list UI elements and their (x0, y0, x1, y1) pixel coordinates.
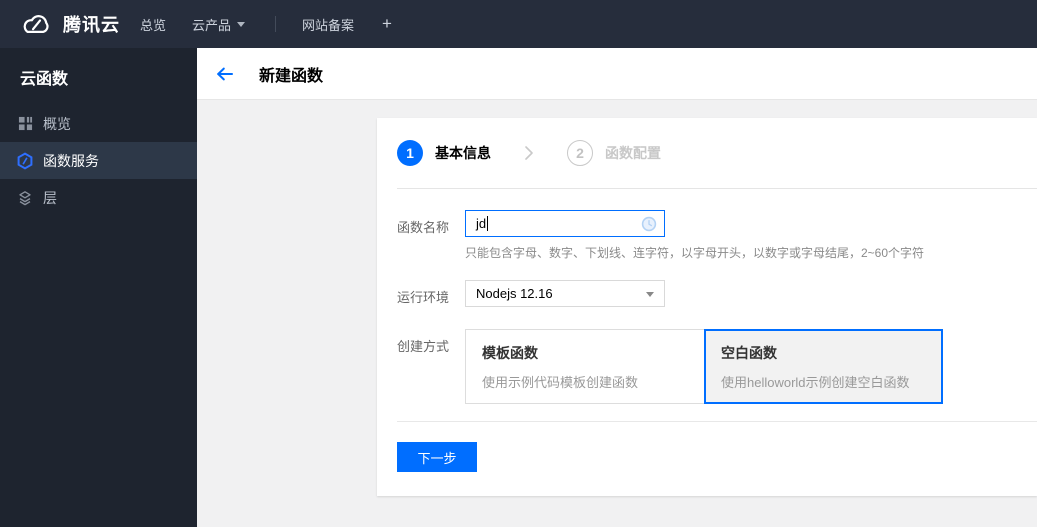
brand-text: 腾讯云 (63, 15, 120, 35)
layers-icon (16, 189, 34, 207)
text-cursor (487, 216, 489, 231)
function-name-value: jd (476, 216, 487, 231)
runtime-selected-value: Nodejs 12.16 (476, 286, 553, 301)
topbar: 腾讯云 总览 云产品 网站备案 + (0, 0, 1037, 48)
runtime-label: 运行环境 (397, 290, 450, 305)
method-card-blank-function[interactable]: 空白函数 使用helloworld示例创建空白函数 (704, 329, 943, 404)
next-step-button[interactable]: 下一步 (397, 442, 477, 472)
topbar-divider (275, 16, 277, 32)
step-function-config: 2 函数配置 (567, 140, 661, 166)
topnav-overview[interactable]: 总览 (140, 15, 166, 34)
function-name-input[interactable]: jd (465, 210, 665, 237)
method-card-template-function[interactable]: 模板函数 使用示例代码模板创建函数 (465, 329, 705, 404)
divider (397, 421, 1037, 422)
function-name-label: 函数名称 (397, 220, 450, 235)
sidebar-item-layers[interactable]: 层 (0, 179, 197, 216)
back-button[interactable] (215, 66, 234, 82)
grid-icon (16, 115, 34, 133)
tencent-cloud-logo[interactable]: 腾讯云 (20, 11, 120, 37)
method-card-title: 模板函数 (482, 345, 538, 361)
method-card-desc: 使用helloworld示例创建空白函数 (721, 375, 910, 390)
topnav-cloud-products[interactable]: 云产品 (192, 15, 246, 34)
method-card-group: 模板函数 使用示例代码模板创建函数 空白函数 使用helloworld示例创建空… (465, 329, 943, 404)
runtime-row: 运行环境 Nodejs 12.16 (377, 280, 1037, 307)
step-arrow-icon (525, 146, 533, 160)
divider (397, 188, 1037, 189)
sidebar-item-overview[interactable]: 概览 (0, 105, 197, 142)
sidebar-title: 云函数 (20, 71, 69, 88)
topbar-menu: 总览 云产品 网站备案 + (140, 0, 392, 48)
chevron-down-icon (237, 21, 246, 27)
function-name-row: 函数名称 jd (377, 210, 1037, 237)
sidebar-item-label: 概览 (43, 115, 71, 132)
select-caret-icon (646, 292, 654, 297)
step-basic-info: 1 基本信息 (397, 140, 491, 166)
step-number-badge: 1 (397, 140, 423, 166)
function-name-help: 只能包含字母、数字、下划线、连字符，以字母开头，以数字或字母结尾，2~60个字符 (465, 246, 925, 260)
step-number-badge: 2 (567, 140, 593, 166)
method-card-title: 空白函数 (721, 345, 777, 361)
content-area: 1 基本信息 2 函数配置 函数名称 jd 只能包含字母、数字、下划线、连字符，… (197, 100, 1037, 527)
wizard-steps: 1 基本信息 2 函数配置 (377, 118, 1037, 188)
page-header: 新建函数 (197, 48, 1037, 100)
creation-method-row: 创建方式 模板函数 使用示例代码模板创建函数 空白函数 使用helloworld… (377, 329, 1037, 404)
sidebar: 云函数 概览 函数服务 层 (0, 48, 197, 527)
sidebar-item-label: 层 (43, 189, 57, 206)
step-label: 基本信息 (435, 145, 491, 161)
cloud-logo-icon (20, 12, 53, 36)
pending-clock-icon (641, 216, 657, 237)
add-tab-button[interactable]: + (382, 14, 392, 34)
step-label: 函数配置 (605, 145, 661, 161)
creation-method-label: 创建方式 (397, 339, 450, 354)
sidebar-item-function-service[interactable]: 函数服务 (0, 142, 197, 179)
topnav-icp-filing[interactable]: 网站备案 (302, 15, 354, 34)
runtime-select[interactable]: Nodejs 12.16 (465, 280, 665, 307)
page-title: 新建函数 (259, 67, 324, 85)
scf-hexagon-icon (16, 151, 34, 170)
create-function-card: 1 基本信息 2 函数配置 函数名称 jd 只能包含字母、数字、下划线、连字符，… (377, 118, 1037, 496)
method-card-desc: 使用示例代码模板创建函数 (482, 375, 639, 390)
sidebar-item-label: 函数服务 (43, 152, 99, 169)
back-arrow-icon (217, 67, 233, 80)
